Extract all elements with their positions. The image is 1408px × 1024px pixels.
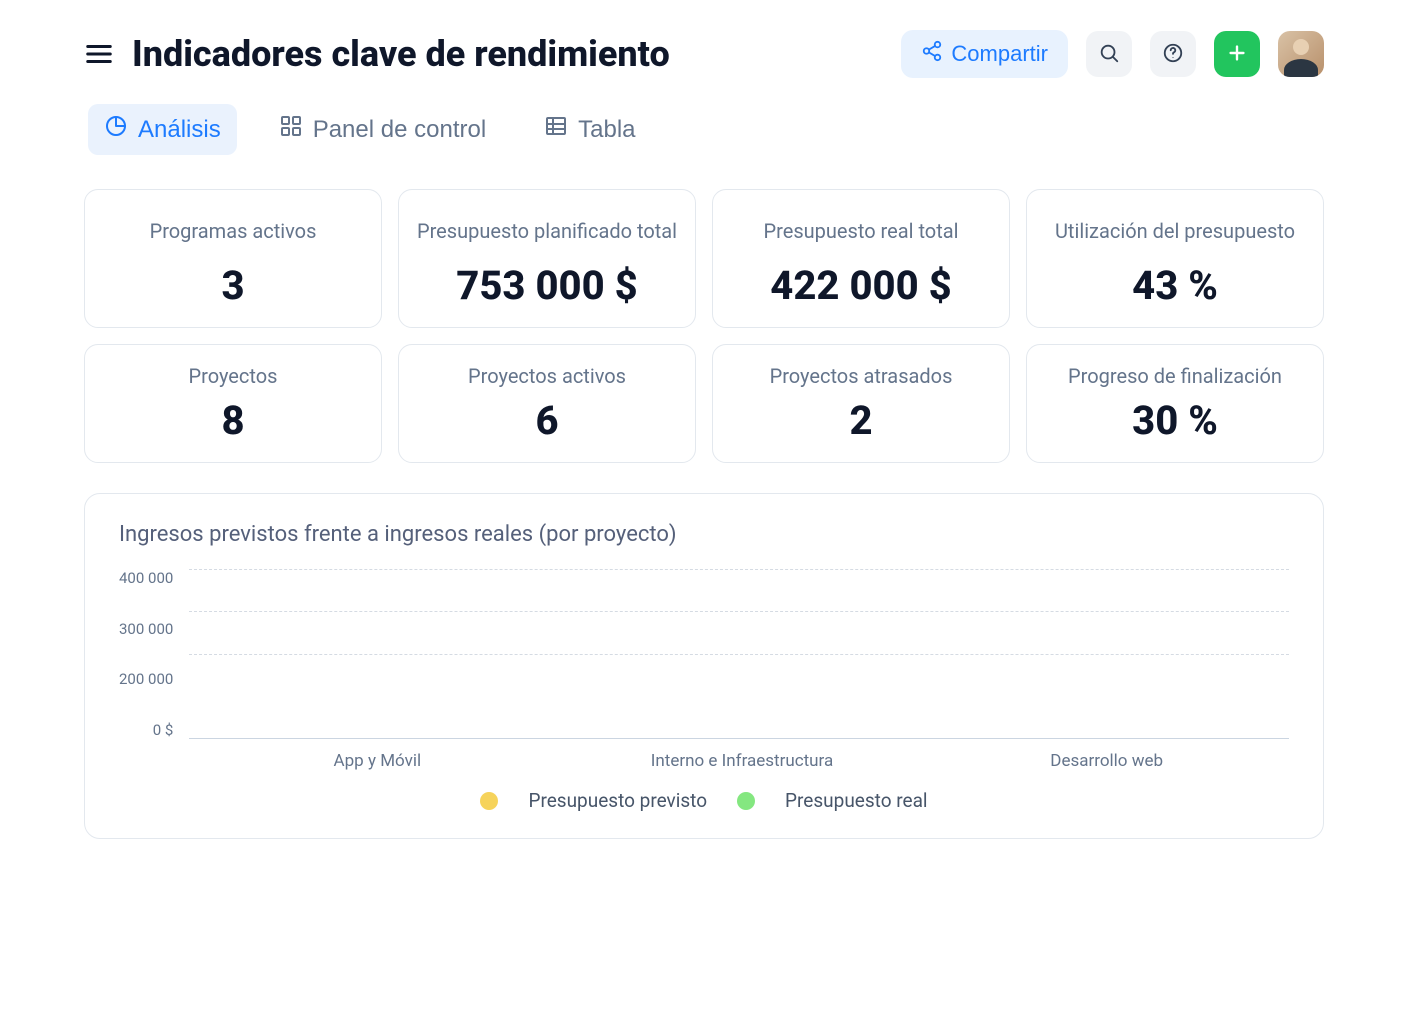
kpi-grid: Programas activos 3 Presupuesto planific… <box>84 189 1324 463</box>
share-button[interactable]: Compartir <box>901 30 1068 78</box>
y-tick: 400 000 <box>119 569 173 587</box>
avatar[interactable] <box>1278 31 1324 77</box>
page-title: Indicadores clave de rendimiento <box>132 33 670 75</box>
chart-card: Ingresos previstos frente a ingresos rea… <box>84 493 1324 839</box>
kpi-value: 753 000 $ <box>411 262 683 309</box>
y-tick: 0 $ <box>119 721 173 739</box>
legend-label-planned: Presupuesto previsto <box>528 789 707 812</box>
view-tabs: Análisis Panel de control Tabla <box>84 104 1324 155</box>
kpi-value: 2 <box>725 397 997 444</box>
chart-area: 400 000 300 000 200 000 0 $ <box>119 569 1289 739</box>
legend-swatch-actual <box>737 792 755 810</box>
kpi-value: 6 <box>411 397 683 444</box>
search-button[interactable] <box>1086 31 1132 77</box>
legend-swatch-planned <box>480 792 498 810</box>
x-label: Interno e Infraestructura <box>560 751 925 771</box>
search-icon <box>1098 42 1120 67</box>
kpi-label: Proyectos <box>97 361 369 391</box>
y-tick: 200 000 <box>119 670 173 688</box>
legend-label-actual: Presupuesto real <box>785 789 928 812</box>
chart-pie-icon <box>104 114 128 145</box>
tab-analysis[interactable]: Análisis <box>88 104 237 155</box>
kpi-label: Utilización del presupuesto <box>1039 206 1311 256</box>
kpi-label: Progreso de finalización <box>1039 361 1311 391</box>
kpi-label: Proyectos activos <box>411 361 683 391</box>
share-label: Compartir <box>951 41 1048 67</box>
tab-table[interactable]: Tabla <box>528 104 651 155</box>
table-icon <box>544 114 568 145</box>
y-tick: 300 000 <box>119 620 173 638</box>
kpi-value: 30 % <box>1039 397 1311 444</box>
kpi-value: 422 000 $ <box>725 262 997 309</box>
chart-legend: Presupuesto previsto Presupuesto real <box>119 789 1289 812</box>
kpi-card-delayed-projects[interactable]: Proyectos atrasados 2 <box>712 344 1010 463</box>
kpi-label: Presupuesto real total <box>725 206 997 256</box>
kpi-card-budget-utilization[interactable]: Utilización del presupuesto 43 % <box>1026 189 1324 328</box>
kpi-value: 43 % <box>1039 262 1311 309</box>
help-button[interactable] <box>1150 31 1196 77</box>
add-button[interactable] <box>1214 31 1260 77</box>
kpi-card-actual-budget[interactable]: Presupuesto real total 422 000 $ <box>712 189 1010 328</box>
tab-dashboard[interactable]: Panel de control <box>263 104 502 155</box>
kpi-value: 3 <box>97 262 369 309</box>
chart-plot <box>189 569 1289 739</box>
kpi-card-completion-progress[interactable]: Progreso de finalización 30 % <box>1026 344 1324 463</box>
kpi-label: Programas activos <box>97 206 369 256</box>
kpi-card-active-projects[interactable]: Proyectos activos 6 <box>398 344 696 463</box>
kpi-label: Presupuesto planificado total <box>411 206 683 256</box>
chart-title: Ingresos previstos frente a ingresos rea… <box>119 522 1289 547</box>
plus-icon <box>1226 42 1248 67</box>
x-label: Desarrollo web <box>924 751 1289 771</box>
dashboard-icon <box>279 114 303 145</box>
chart-y-axis: 400 000 300 000 200 000 0 $ <box>119 569 173 739</box>
kpi-card-active-programs[interactable]: Programas activos 3 <box>84 189 382 328</box>
x-label: App y Móvil <box>195 751 560 771</box>
header: Indicadores clave de rendimiento Compart… <box>84 30 1324 78</box>
kpi-card-planned-budget[interactable]: Presupuesto planificado total 753 000 $ <box>398 189 696 328</box>
menu-icon[interactable] <box>84 39 114 69</box>
share-icon <box>921 40 943 68</box>
help-icon <box>1162 42 1184 67</box>
kpi-label: Proyectos atrasados <box>725 361 997 391</box>
kpi-card-projects[interactable]: Proyectos 8 <box>84 344 382 463</box>
kpi-value: 8 <box>97 397 369 444</box>
chart-x-axis: App y MóvilInterno e InfraestructuraDesa… <box>119 751 1289 771</box>
